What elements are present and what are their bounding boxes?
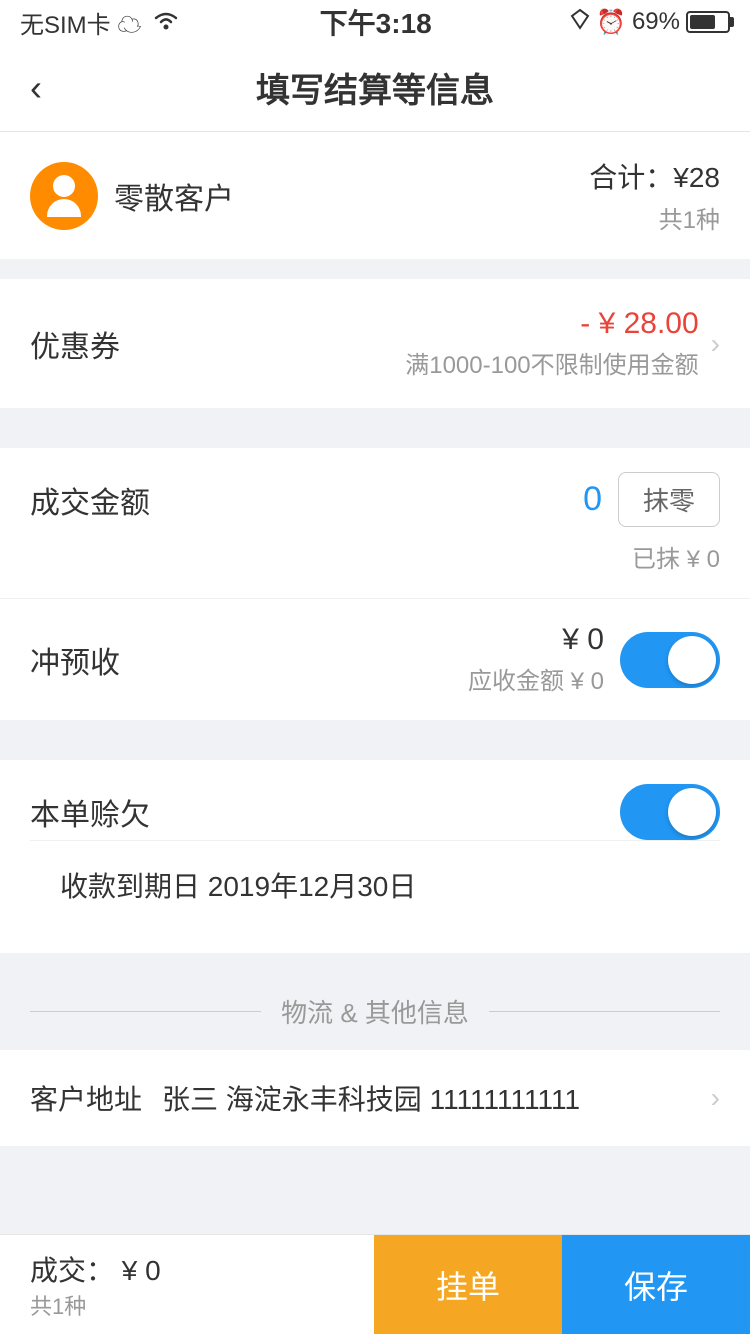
coupon-amount-block: - ¥ 28.00 满1000-100不限制使用金额 bbox=[405, 307, 698, 380]
save-button[interactable]: 保存 bbox=[562, 1235, 750, 1334]
customer-right: 合计：¥28 共1种 bbox=[589, 156, 720, 235]
customer-left: 零散客户 bbox=[30, 162, 234, 230]
bottom-summary: 成交： ¥ 0 共1种 bbox=[0, 1235, 374, 1334]
status-right: ⏰ 69% bbox=[570, 8, 730, 37]
status-bar: 无SIM卡 ☁ 下午3:18 ⏰ 69% bbox=[0, 0, 750, 44]
customer-section: 零散客户 合计：¥28 共1种 bbox=[0, 132, 750, 259]
alarm-icon: ⏰ bbox=[596, 8, 626, 37]
bottom-summary-amount: ¥ 0 bbox=[122, 1255, 161, 1286]
coupon-right: - ¥ 28.00 满1000-100不限制使用金额 › bbox=[405, 307, 720, 380]
prepay-amount: ¥ 0 bbox=[468, 623, 604, 657]
address-row[interactable]: 客户地址 张三 海淀永丰科技园 11111111111 › bbox=[0, 1050, 750, 1146]
debt-label: 本单赊欠 bbox=[30, 790, 150, 834]
prepay-label: 冲预收 bbox=[30, 638, 120, 682]
coupon-chevron-icon: › bbox=[711, 328, 720, 360]
bottom-summary-label: 成交： bbox=[30, 1255, 114, 1286]
content: 零散客户 合计：¥28 共1种 优惠券 - ¥ 28.00 满1000-100不… bbox=[0, 132, 750, 1266]
amount-inner: 成交金额 0 抹零 已抹 ¥ 0 bbox=[0, 448, 750, 598]
nav-bar: ‹ 填写结算等信息 bbox=[0, 44, 750, 132]
logistics-separator: 物流 & 其他信息 bbox=[0, 973, 750, 1050]
due-date-row: 收款到期日 2019年12月30日 bbox=[30, 840, 720, 929]
hang-button[interactable]: 挂单 bbox=[374, 1235, 562, 1334]
due-date-label: 收款到期日 2019年12月30日 bbox=[60, 871, 416, 902]
debt-toggle[interactable] bbox=[620, 784, 720, 840]
logistics-label: 物流 & 其他信息 bbox=[281, 993, 469, 1030]
debt-toggle-knob bbox=[668, 788, 716, 836]
amount-sub-row: 已抹 ¥ 0 bbox=[30, 539, 720, 574]
battery-icon bbox=[686, 11, 730, 33]
prepay-amount-block: ¥ 0 应收金额 ¥ 0 bbox=[468, 623, 604, 696]
separator-2 bbox=[0, 740, 750, 760]
amount-right: 0 抹零 bbox=[583, 472, 720, 527]
coupon-row[interactable]: 优惠券 - ¥ 28.00 满1000-100不限制使用金额 › bbox=[0, 279, 750, 408]
logistics-line-right bbox=[489, 1011, 720, 1012]
amount-label: 成交金额 bbox=[30, 478, 150, 522]
coupon-desc: 满1000-100不限制使用金额 bbox=[405, 345, 698, 380]
coupon-amount: - ¥ 28.00 bbox=[405, 307, 698, 341]
back-button[interactable]: ‹ bbox=[30, 67, 42, 109]
coupon-label: 优惠券 bbox=[30, 322, 120, 366]
coupon-section: 优惠券 - ¥ 28.00 满1000-100不限制使用金额 › bbox=[0, 279, 750, 408]
amount-row: 成交金额 0 抹零 bbox=[30, 472, 720, 527]
debt-row: 本单赊欠 bbox=[30, 784, 720, 840]
debt-section: 本单赊欠 收款到期日 2019年12月30日 bbox=[0, 760, 750, 953]
amount-section: 成交金额 0 抹零 已抹 ¥ 0 冲预收 ¥ 0 应收金额 ¥ 0 bbox=[0, 448, 750, 720]
round-button[interactable]: 抹零 bbox=[618, 472, 720, 527]
avatar-body bbox=[47, 199, 81, 217]
customer-row[interactable]: 零散客户 合计：¥28 共1种 bbox=[0, 132, 750, 259]
customer-count: 共1种 bbox=[589, 200, 720, 235]
status-time: 下午3:18 bbox=[320, 2, 432, 42]
prepay-row: 冲预收 ¥ 0 应收金额 ¥ 0 bbox=[0, 598, 750, 720]
customer-name: 零散客户 bbox=[114, 174, 234, 218]
address-label: 客户地址 bbox=[30, 1078, 142, 1118]
avatar-head bbox=[53, 175, 75, 197]
prepay-toggle[interactable] bbox=[620, 632, 720, 688]
address-value: 张三 海淀永丰科技园 11111111111 bbox=[162, 1078, 701, 1118]
customer-avatar bbox=[30, 162, 98, 230]
toggle-knob bbox=[668, 636, 716, 684]
prepay-right: ¥ 0 应收金额 ¥ 0 bbox=[468, 623, 720, 696]
amount-value: 0 bbox=[583, 480, 602, 519]
location-icon bbox=[570, 8, 590, 37]
bottom-summary-count: 共1种 bbox=[30, 1289, 344, 1321]
customer-total: 合计：¥28 bbox=[589, 156, 720, 196]
wifi-icon bbox=[151, 8, 181, 37]
bottom-summary-top: 成交： ¥ 0 bbox=[30, 1249, 344, 1289]
person-icon bbox=[47, 175, 81, 217]
logistics-line-left bbox=[30, 1011, 261, 1012]
address-section: 客户地址 张三 海淀永丰科技园 11111111111 › bbox=[0, 1050, 750, 1146]
battery-percent: 69% bbox=[632, 8, 680, 36]
separator-1 bbox=[0, 428, 750, 448]
prepay-receivable: 应收金额 ¥ 0 bbox=[468, 661, 604, 696]
bottom-bar: 成交： ¥ 0 共1种 挂单 保存 bbox=[0, 1234, 750, 1334]
status-left: 无SIM卡 ☁ bbox=[20, 5, 181, 40]
carrier-text: 无SIM卡 ☁ bbox=[20, 5, 141, 40]
address-chevron-icon: › bbox=[711, 1082, 720, 1114]
amount-sub: 已抹 ¥ 0 bbox=[632, 546, 720, 573]
page-title: 填写结算等信息 bbox=[256, 63, 494, 112]
